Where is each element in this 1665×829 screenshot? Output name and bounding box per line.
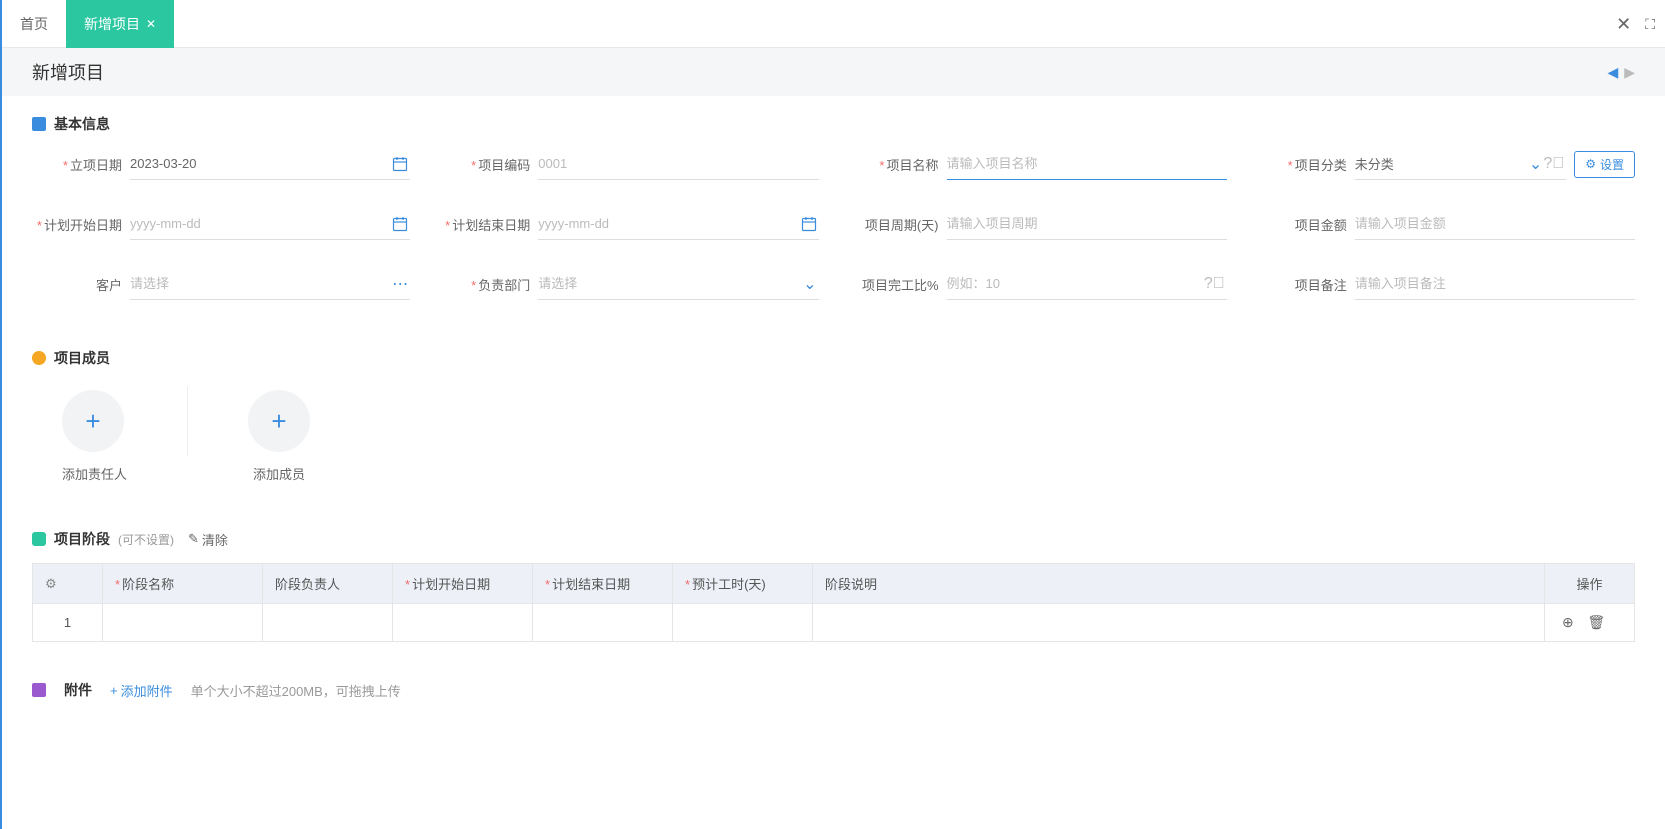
tab-new-project[interactable]: 新增项目 ✕ <box>66 0 174 48</box>
col-settings[interactable]: ⚙ <box>33 564 103 604</box>
divider <box>187 386 188 456</box>
help-icon[interactable]: ?⃝ <box>1543 155 1564 173</box>
progress-input[interactable]: ?⃝ <box>947 268 1227 300</box>
cell-start[interactable] <box>393 604 533 642</box>
more-icon[interactable]: ⋯ <box>392 274 408 294</box>
phase-table: ⚙ *阶段名称 阶段负责人 *计划开始日期 *计划结束日期 *预计工时(天) 阶… <box>32 563 1635 642</box>
label-remark: 项目备注 <box>1295 278 1347 293</box>
tab-home[interactable]: 首页 <box>2 0 66 48</box>
label-date: 立项日期 <box>70 158 122 173</box>
table-row[interactable]: 1 ⊕ 🗑 <box>33 604 1635 642</box>
section-members: 项目成员 + 添加责任人 + 添加成员 <box>32 330 1635 511</box>
section-members-icon <box>32 351 46 365</box>
date-input[interactable]: 2023-03-20 <box>130 148 410 180</box>
attachment-hint: 单个大小不超过200MB，可拖拽上传 <box>191 681 401 700</box>
table-header-row: ⚙ *阶段名称 阶段负责人 *计划开始日期 *计划结束日期 *预计工时(天) 阶… <box>33 564 1635 604</box>
calendar-icon[interactable] <box>392 216 408 232</box>
label-progress: 项目完工比% <box>862 278 939 293</box>
cell-end[interactable] <box>533 604 673 642</box>
fullscreen-icon[interactable]: ⛶ <box>1645 16 1655 33</box>
clear-button[interactable]: ✎ 清除 <box>188 530 228 549</box>
section-basic-icon <box>32 117 46 131</box>
close-panel-icon[interactable]: ✕ <box>1616 14 1631 35</box>
plan-start-input[interactable] <box>130 208 410 240</box>
plan-end-input[interactable] <box>538 208 818 240</box>
page-header: 新增项目 ◀ ▶ <box>2 48 1665 96</box>
label-name: 项目名称 <box>886 158 938 173</box>
tabs-bar: 首页 新增项目 ✕ ✕ ⛶ <box>2 0 1665 48</box>
col-end: *计划结束日期 <box>533 564 673 604</box>
section-phases-title: 项目阶段 <box>54 529 110 549</box>
col-name: *阶段名称 <box>103 564 263 604</box>
cell-name[interactable] <box>103 604 263 642</box>
label-customer: 客户 <box>96 278 122 293</box>
gear-icon: ⚙ <box>1585 157 1596 171</box>
label-plan-start: 计划开始日期 <box>44 218 122 233</box>
chevron-down-icon[interactable]: ⌄ <box>1529 154 1542 174</box>
section-attachments: 附件 + 添加附件 单个大小不超过200MB，可拖拽上传 <box>32 642 1635 720</box>
section-attachments-title: 附件 <box>64 680 92 700</box>
add-member-button[interactable]: + 添加成员 <box>248 390 310 483</box>
section-phases: 项目阶段 (可不设置) ✎ 清除 ⚙ *阶段名称 阶段负责人 *计划开始日期 *… <box>32 511 1635 642</box>
add-owner-button[interactable]: + 添加责任人 <box>62 390 127 483</box>
page-prev-icon[interactable]: ◀ <box>1607 64 1618 81</box>
pager: ◀ ▶ <box>1607 64 1635 81</box>
label-amount: 项目金额 <box>1295 218 1347 233</box>
help-icon[interactable]: ?⃝ <box>1204 275 1225 293</box>
close-icon[interactable]: ✕ <box>146 17 156 31</box>
plus-icon: + <box>85 406 100 437</box>
cell-hours[interactable] <box>673 604 813 642</box>
col-ops: 操作 <box>1545 564 1635 604</box>
calendar-icon[interactable] <box>801 216 817 232</box>
label-category: 项目分类 <box>1295 158 1347 173</box>
delete-row-icon[interactable]: 🗑 <box>1587 614 1605 630</box>
section-basic-title: 基本信息 <box>54 114 110 134</box>
col-desc: 阶段说明 <box>813 564 1545 604</box>
label-plan-end: 计划结束日期 <box>452 218 530 233</box>
remark-input[interactable] <box>1355 268 1635 300</box>
section-members-title: 项目成员 <box>54 348 110 368</box>
section-basic: 基本信息 *立项日期 2023-03-20 *项目编码 *项目名称 <box>32 96 1635 300</box>
add-row-icon[interactable]: ⊕ <box>1562 614 1574 630</box>
code-input[interactable] <box>538 148 818 180</box>
gear-icon: ⚙ <box>45 576 57 591</box>
add-attachment-button[interactable]: + 添加附件 <box>110 681 173 700</box>
label-code: 项目编码 <box>478 158 530 173</box>
customer-select[interactable]: ⋯ <box>130 268 410 300</box>
col-owner: 阶段负责人 <box>263 564 393 604</box>
period-input[interactable] <box>947 208 1227 240</box>
section-phases-hint: (可不设置) <box>118 531 174 548</box>
cell-owner[interactable] <box>263 604 393 642</box>
dept-select[interactable]: ⌄ <box>538 268 818 300</box>
row-index: 1 <box>33 604 103 642</box>
label-dept: 负责部门 <box>478 278 530 293</box>
section-phases-icon <box>32 532 46 546</box>
calendar-icon[interactable] <box>392 156 408 172</box>
category-select[interactable]: 未分类 ⌄ ?⃝ <box>1355 148 1566 180</box>
settings-button[interactable]: ⚙ 设置 <box>1574 151 1635 178</box>
plus-icon: + <box>271 406 286 437</box>
col-hours: *预计工时(天) <box>673 564 813 604</box>
amount-input[interactable] <box>1355 208 1635 240</box>
folder-icon <box>32 683 46 697</box>
page-title: 新增项目 <box>32 59 104 85</box>
eraser-icon: ✎ <box>188 531 199 547</box>
cell-ops: ⊕ 🗑 <box>1545 604 1635 642</box>
label-period: 项目周期(天) <box>865 218 939 233</box>
cell-desc[interactable] <box>813 604 1545 642</box>
page-next-icon[interactable]: ▶ <box>1624 64 1635 81</box>
col-start: *计划开始日期 <box>393 564 533 604</box>
chevron-down-icon[interactable]: ⌄ <box>803 274 816 294</box>
plus-icon: + <box>110 683 118 698</box>
name-input[interactable] <box>947 148 1227 180</box>
